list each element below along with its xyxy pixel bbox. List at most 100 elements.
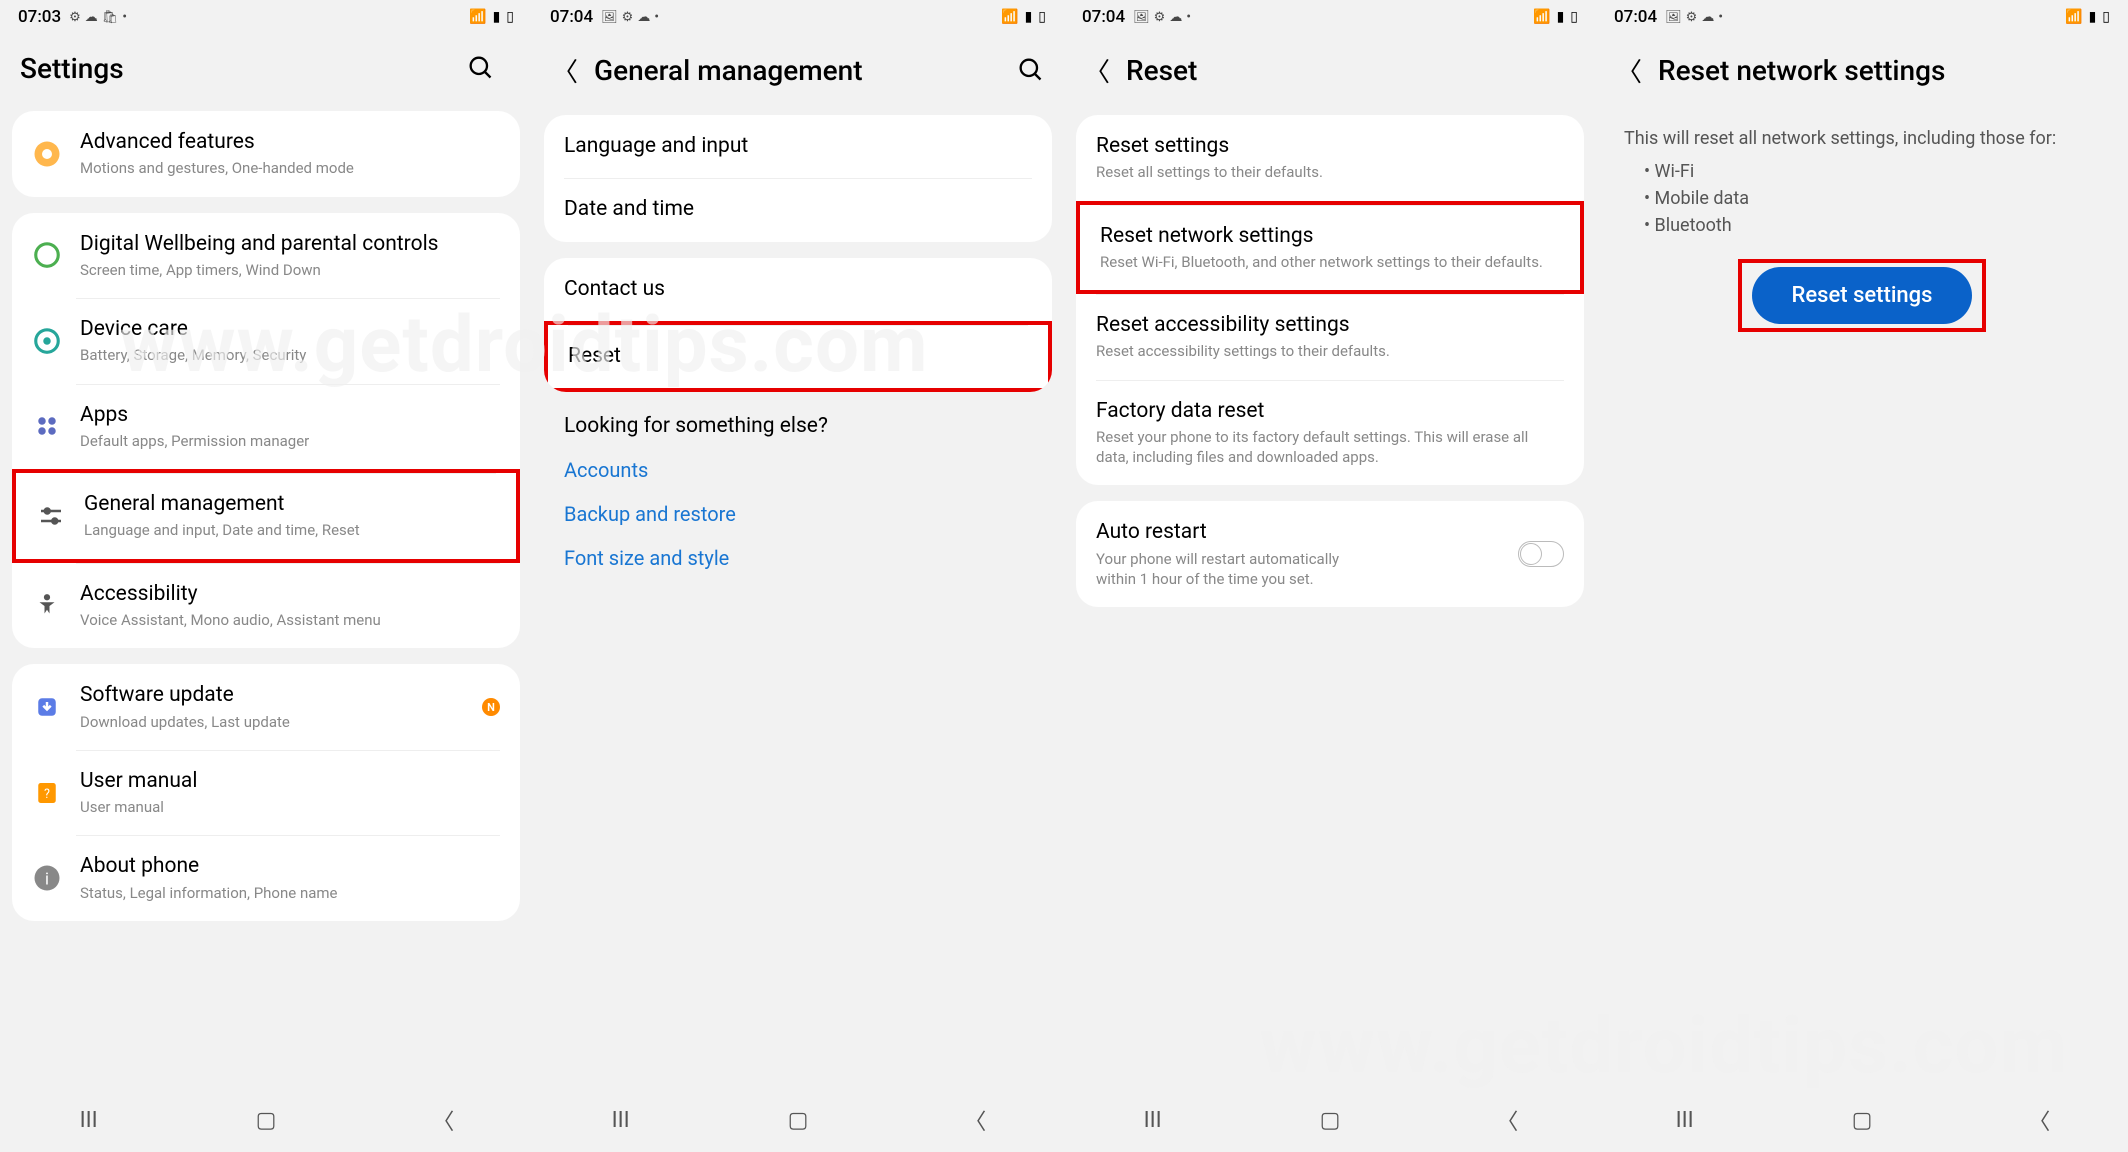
- item-about-phone[interactable]: i About phoneStatus, Legal information, …: [12, 835, 520, 921]
- bullet-wifi: Wi-Fi: [1644, 158, 2090, 185]
- wifi-icon: 📶: [1001, 9, 1018, 25]
- image-icon: 🖼: [1665, 10, 1682, 25]
- home-button[interactable]: ▢: [1310, 1108, 1350, 1133]
- home-button[interactable]: ▢: [778, 1108, 818, 1133]
- bag-icon: 🛍: [102, 10, 119, 25]
- cloud-icon: ☁: [1169, 10, 1182, 25]
- back-icon[interactable]: 〈: [1616, 52, 1640, 89]
- item-device-care[interactable]: Device careBattery, Storage, Memory, Sec…: [12, 298, 520, 384]
- nav-bar: III ▢ 〈: [0, 1088, 532, 1152]
- battery-icon: ▯: [1038, 9, 1046, 25]
- accessibility-icon: [32, 591, 62, 621]
- apps-icon: [32, 411, 62, 441]
- status-bar: 07:03 ⚙ ☁ 🛍• 📶 ▮ ▯: [0, 0, 532, 34]
- update-icon: [32, 692, 62, 722]
- item-factory-data-reset[interactable]: Factory data resetReset your phone to it…: [1076, 380, 1584, 486]
- dot-icon: •: [122, 10, 127, 25]
- gear-icon: ⚙: [69, 10, 81, 25]
- search-icon[interactable]: [1016, 55, 1044, 87]
- status-time: 07:03: [18, 7, 61, 27]
- item-general-management[interactable]: General managementLanguage and input, Da…: [12, 469, 520, 563]
- item-subtitle: Status, Legal information, Phone name: [80, 883, 500, 903]
- recents-button[interactable]: III: [601, 1108, 641, 1133]
- item-title: Reset network settings: [1100, 223, 1560, 250]
- item-title: Digital Wellbeing and parental controls: [80, 231, 500, 258]
- item-subtitle: Language and input, Date and time, Reset: [84, 520, 496, 540]
- wifi-icon: 📶: [1533, 9, 1550, 25]
- item-reset-settings[interactable]: Reset settingsReset all settings to thei…: [1076, 115, 1584, 201]
- home-button[interactable]: ▢: [1842, 1108, 1882, 1133]
- link-backup-restore[interactable]: Backup and restore: [564, 492, 1032, 536]
- screen-reset: 07:04 🖼⚙☁• 📶▮▯ 〈 Reset Reset settingsRes…: [1064, 0, 1596, 1152]
- image-icon: 🖼: [601, 10, 618, 25]
- item-software-update[interactable]: Software update Download updates, Last up…: [12, 664, 520, 750]
- notification-badge: N: [482, 698, 500, 716]
- item-title: Software update: [80, 682, 464, 709]
- item-title: General management: [84, 491, 496, 518]
- item-title: Date and time: [564, 196, 1032, 223]
- back-button[interactable]: 〈: [1487, 1104, 1527, 1136]
- item-contact-us[interactable]: Contact us: [544, 258, 1052, 321]
- item-apps[interactable]: AppsDefault apps, Permission manager: [12, 384, 520, 470]
- wifi-icon: 📶: [2065, 9, 2082, 25]
- back-button[interactable]: 〈: [955, 1104, 995, 1136]
- nav-bar: III ▢ 〈: [1596, 1088, 2128, 1152]
- item-subtitle: Download updates, Last update: [80, 712, 464, 732]
- back-icon[interactable]: 〈: [1084, 52, 1108, 89]
- signal-icon: ▮: [493, 9, 501, 25]
- item-date-time[interactable]: Date and time: [544, 178, 1052, 241]
- bullet-mobile-data: Mobile data: [1644, 185, 2090, 212]
- item-subtitle: Your phone will restart automatically wi…: [1096, 549, 1356, 590]
- reset-settings-button[interactable]: Reset settings: [1752, 267, 1973, 324]
- page-title: General management: [594, 54, 998, 87]
- screen-reset-network-settings: 07:04 🖼⚙☁• 📶▮▯ 〈 Reset network settings …: [1596, 0, 2128, 1152]
- item-reset-network-settings[interactable]: Reset network settingsReset Wi-Fi, Bluet…: [1076, 201, 1584, 295]
- recents-button[interactable]: III: [69, 1108, 109, 1133]
- status-bar: 07:04 🖼⚙☁• 📶▮▯: [532, 0, 1064, 34]
- battery-icon: ▯: [506, 9, 514, 25]
- bullet-bluetooth: Bluetooth: [1644, 212, 2090, 239]
- item-digital-wellbeing[interactable]: Digital Wellbeing and parental controlsS…: [12, 213, 520, 299]
- item-subtitle: Battery, Storage, Memory, Security: [80, 345, 500, 365]
- home-button[interactable]: ▢: [246, 1108, 286, 1133]
- search-icon[interactable]: [466, 53, 494, 85]
- link-font-size-style[interactable]: Font size and style: [564, 536, 1032, 580]
- item-language-input[interactable]: Language and input: [544, 115, 1052, 178]
- sliders-icon: [36, 501, 66, 531]
- svg-text:?: ?: [44, 787, 50, 802]
- back-button[interactable]: 〈: [2019, 1104, 2059, 1136]
- description-text: This will reset all network settings, in…: [1624, 125, 2100, 152]
- item-title: Advanced features: [80, 129, 500, 156]
- item-reset[interactable]: Reset: [544, 321, 1052, 392]
- item-title: Device care: [80, 316, 500, 343]
- item-auto-restart[interactable]: Auto restartYour phone will restart auto…: [1076, 501, 1584, 607]
- recents-button[interactable]: III: [1665, 1108, 1705, 1133]
- status-time: 07:04: [1082, 7, 1125, 27]
- auto-restart-toggle[interactable]: [1518, 541, 1564, 567]
- link-accounts[interactable]: Accounts: [564, 448, 1032, 492]
- item-user-manual[interactable]: ? User manualUser manual: [12, 750, 520, 836]
- item-title: User manual: [80, 768, 500, 795]
- item-title: Reset: [568, 343, 1028, 370]
- back-icon[interactable]: 〈: [552, 52, 576, 89]
- wifi-icon: 📶: [469, 9, 486, 25]
- item-subtitle: Reset accessibility settings to their de…: [1096, 341, 1564, 361]
- item-accessibility[interactable]: AccessibilityVoice Assistant, Mono audio…: [12, 563, 520, 649]
- page-title: Reset network settings: [1658, 54, 2108, 87]
- back-button[interactable]: 〈: [423, 1104, 463, 1136]
- item-subtitle: User manual: [80, 797, 500, 817]
- screen-general-management: 07:04 🖼⚙☁• 📶▮▯ 〈 General management Lang…: [532, 0, 1064, 1152]
- status-bar: 07:04 🖼⚙☁• 📶▮▯: [1064, 0, 1596, 34]
- page-title: Settings: [20, 52, 448, 85]
- battery-icon: ▯: [2102, 9, 2110, 25]
- recents-button[interactable]: III: [1133, 1108, 1173, 1133]
- device-care-icon: [32, 326, 62, 356]
- item-advanced-features[interactable]: Advanced featuresMotions and gestures, O…: [12, 111, 520, 197]
- gear-icon: ⚙: [1154, 10, 1166, 25]
- cloud-icon: ☁: [85, 10, 98, 25]
- item-subtitle: Reset all settings to their defaults.: [1096, 162, 1564, 182]
- item-reset-accessibility-settings[interactable]: Reset accessibility settingsReset access…: [1076, 294, 1584, 380]
- item-title: Reset accessibility settings: [1096, 312, 1564, 339]
- signal-icon: ▮: [1557, 9, 1565, 25]
- nav-bar: III ▢ 〈: [532, 1088, 1064, 1152]
